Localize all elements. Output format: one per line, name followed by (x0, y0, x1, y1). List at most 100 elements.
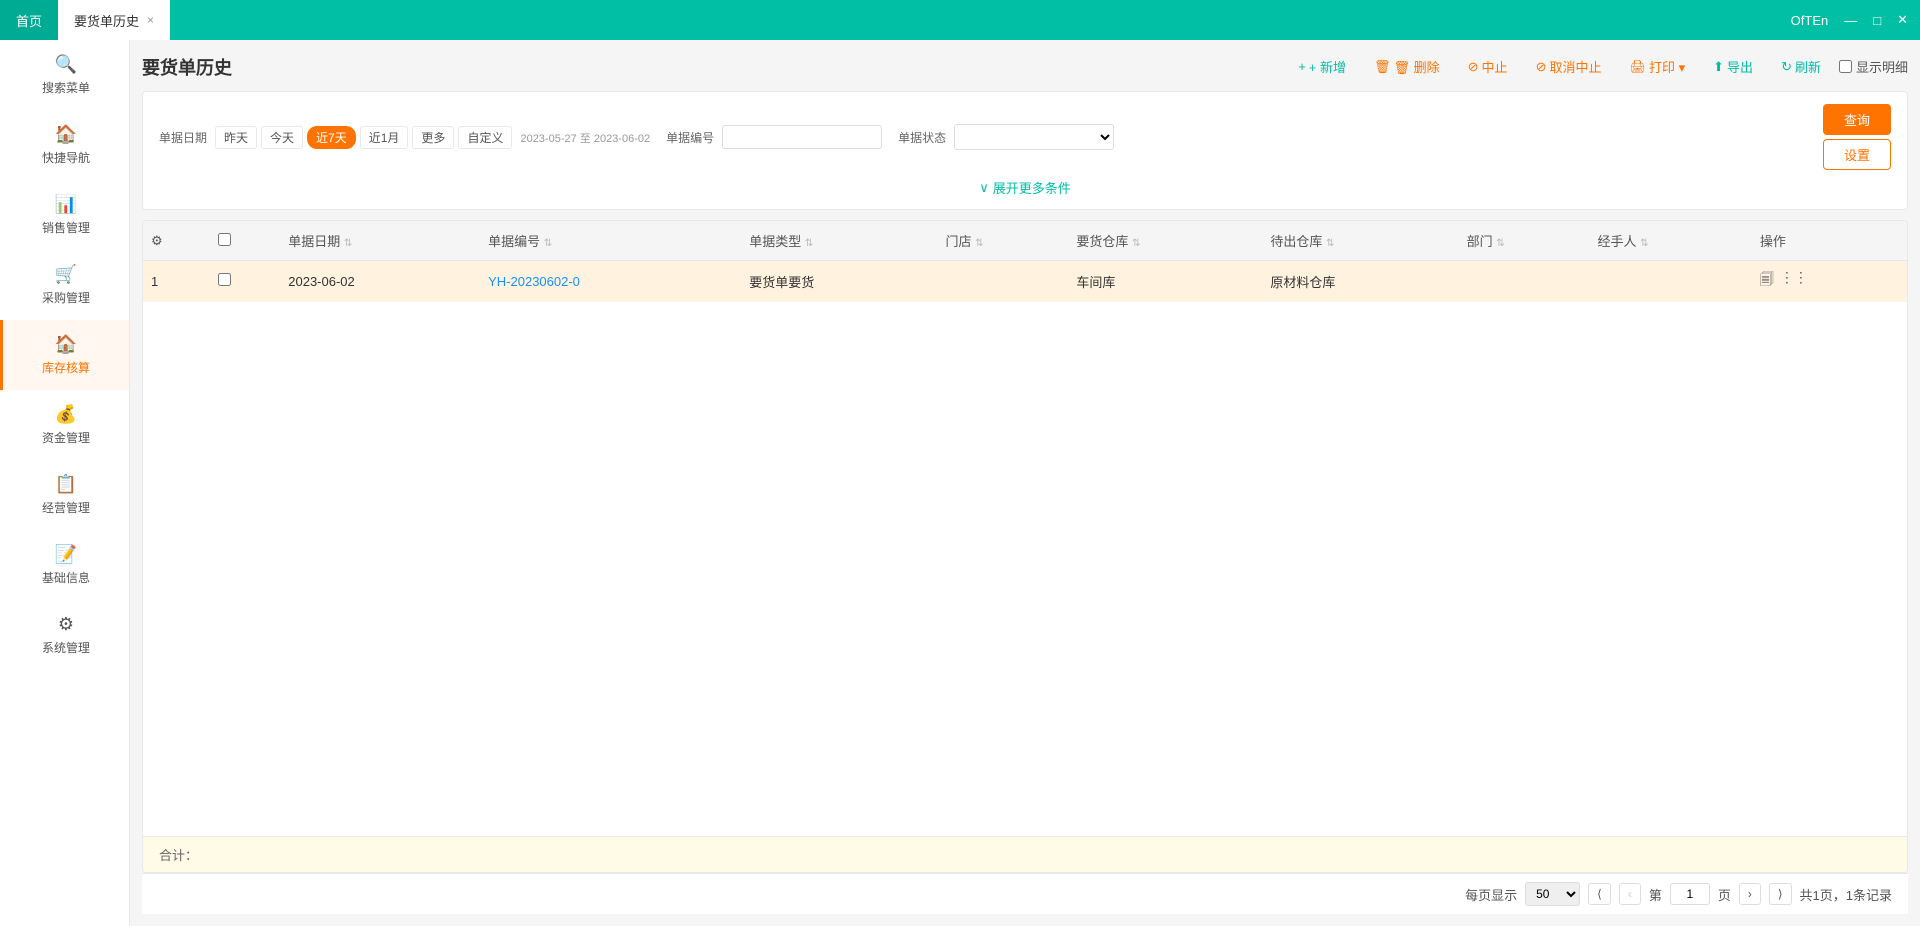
first-page-btn[interactable]: ⟨ (1588, 883, 1611, 905)
page-unit: 页 (1718, 885, 1731, 904)
row-checkbox (210, 261, 280, 302)
sidebar-item-inventory[interactable]: 🏠 库存核算 (0, 320, 129, 390)
system-icon: ⚙ (58, 614, 74, 635)
last-page-btn[interactable]: ⟩ (1769, 883, 1792, 905)
doc-no-link[interactable]: YH-20230602-0 (488, 274, 580, 289)
search-icon: 🔍 (55, 54, 77, 75)
cancel-icon: ⊘ (1536, 59, 1547, 75)
next-page-btn[interactable]: › (1739, 883, 1761, 905)
close-window-btn[interactable]: ✕ (1897, 12, 1908, 28)
date-btn-today[interactable]: 今天 (261, 126, 303, 149)
expand-more-btn[interactable]: ∨ 展开更多条件 (159, 178, 1891, 197)
doc-no-label: 单据编号 (666, 129, 714, 146)
date-btn-yesterday[interactable]: 昨天 (215, 126, 257, 149)
col-docno[interactable]: 单据编号 ⇅ (480, 221, 741, 261)
date-btn-7days[interactable]: 近7天 (307, 126, 356, 149)
query-button[interactable]: 查询 (1823, 104, 1891, 135)
col-doctype[interactable]: 单据类型 ⇅ (741, 221, 937, 261)
status-label: 单据状态 (898, 129, 946, 146)
page-size-select[interactable]: 50 100 200 (1525, 882, 1580, 906)
row-select-checkbox[interactable] (218, 273, 231, 286)
sidebar-item-finance[interactable]: 💰 资金管理 (0, 390, 129, 460)
expand-icon: ∨ (979, 180, 989, 196)
sidebar: 🔍 搜索菜单 🏠 快捷导航 📊 销售管理 🛒 采购管理 🏠 库存核算 💰 资金管… (0, 40, 130, 926)
col-handler[interactable]: 经手人 ⇅ (1589, 221, 1751, 261)
sidebar-item-label: 基础信息 (42, 569, 90, 586)
maximize-btn[interactable]: □ (1873, 13, 1881, 28)
prev-page-btn[interactable]: ‹ (1619, 883, 1641, 905)
row-dept (1459, 261, 1590, 302)
page-input[interactable]: 1 (1670, 883, 1710, 905)
row-req-warehouse: 车间库 (1068, 261, 1262, 302)
refresh-button[interactable]: ↻ 刷新 (1771, 52, 1831, 81)
col-req-warehouse[interactable]: 要货仓库 ⇅ (1068, 221, 1262, 261)
stop-icon: ⊘ (1468, 59, 1479, 75)
footer-label: 合计： (159, 845, 198, 864)
filter-settings-button[interactable]: 设置 (1823, 139, 1891, 170)
date-range-buttons: 昨天 今天 近7天 近1月 更多 自定义 (215, 126, 512, 149)
print-button[interactable]: 🖨 打印 ▾ (1619, 52, 1695, 81)
tab-list: 首页 要货单历史 × (0, 0, 170, 40)
table-container: ⚙ 单据日期 ⇅ 单据编号 ⇅ 单据类型 ⇅ 门店 ⇅ 要货仓库 ⇅ 待出仓库 … (142, 220, 1908, 873)
date-btn-more[interactable]: 更多 (412, 126, 454, 149)
sidebar-item-sales[interactable]: 📊 销售管理 (0, 180, 129, 250)
date-btn-custom[interactable]: 自定义 (458, 126, 512, 149)
sidebar-item-label: 系统管理 (42, 639, 90, 656)
home-icon: 🏠 (55, 124, 77, 145)
sidebar-item-purchase[interactable]: 🛒 采购管理 (0, 250, 129, 320)
select-all-checkbox[interactable] (218, 233, 231, 246)
sidebar-item-label: 搜索菜单 (42, 79, 90, 96)
show-detail-checkbox[interactable]: 显示明细 (1839, 57, 1908, 76)
status-select[interactable] (954, 124, 1114, 150)
sales-icon: 📊 (55, 194, 77, 215)
page-header: 要货单历史 + + 新增 🗑 🗑 删除 ⊘ 中止 ⊘ 取消中止 (142, 52, 1908, 81)
operations-icon: 📋 (55, 474, 77, 495)
row-docno: YH-20230602-0 (480, 261, 741, 302)
print-icon: 🖨 (1629, 59, 1646, 75)
refresh-icon: ↻ (1781, 59, 1792, 75)
basic-info-icon: 📝 (55, 544, 77, 565)
col-checkbox (210, 221, 280, 261)
sidebar-item-operations[interactable]: 📋 经营管理 (0, 460, 129, 530)
show-detail-input[interactable] (1839, 60, 1852, 73)
doc-no-input[interactable] (722, 125, 882, 149)
pagination: 每页显示 50 100 200 ⟨ ‹ 第 1 页 › ⟩ 共1页，1条记录 (142, 873, 1908, 914)
sidebar-item-label: 快捷导航 (42, 149, 90, 166)
row-date: 2023-06-02 (280, 261, 480, 302)
top-bar: 首页 要货单历史 × OfTEn — □ ✕ (0, 0, 1920, 40)
sidebar-item-basic-info[interactable]: 📝 基础信息 (0, 530, 129, 600)
page-summary: 共1页，1条记录 (1800, 885, 1892, 904)
stop-button[interactable]: ⊘ 中止 (1458, 52, 1518, 81)
export-button[interactable]: ⬆ 导出 (1703, 52, 1763, 81)
more-action-icon[interactable]: ⋮⋮ (1780, 269, 1808, 293)
view-action-icon[interactable]: 🗐 (1760, 269, 1774, 293)
toolbar: + + 新增 🗑 🗑 删除 ⊘ 中止 ⊘ 取消中止 🖨 打印 ▾ (1288, 52, 1908, 81)
inventory-icon: 🏠 (55, 334, 77, 355)
delete-icon: 🗑 (1374, 59, 1391, 75)
new-icon: + (1298, 59, 1306, 74)
sidebar-item-label: 采购管理 (42, 289, 90, 306)
date-filter-group: 单据日期 昨天 今天 近7天 近1月 更多 自定义 2023-05-27 至 2… (159, 126, 650, 149)
sidebar-item-quick-nav[interactable]: 🏠 快捷导航 (0, 110, 129, 180)
col-date[interactable]: 单据日期 ⇅ (280, 221, 480, 261)
new-button[interactable]: + + 新增 (1288, 52, 1356, 81)
tab-close-icon[interactable]: × (147, 13, 154, 27)
filter-row: 单据日期 昨天 今天 近7天 近1月 更多 自定义 2023-05-27 至 2… (159, 104, 1891, 170)
col-settings[interactable]: ⚙ (143, 221, 210, 261)
sidebar-item-search[interactable]: 🔍 搜索菜单 (0, 40, 129, 110)
col-dept[interactable]: 部门 ⇅ (1459, 221, 1590, 261)
tab-requisition-history[interactable]: 要货单历史 × (58, 0, 170, 40)
status-filter-group: 单据状态 (898, 124, 1114, 150)
minimize-btn[interactable]: — (1844, 13, 1857, 28)
page-title: 要货单历史 (142, 54, 1288, 80)
col-store[interactable]: 门店 ⇅ (938, 221, 1069, 261)
sidebar-item-system[interactable]: ⚙ 系统管理 (0, 600, 129, 670)
date-btn-1month[interactable]: 近1月 (360, 126, 409, 149)
sidebar-item-label: 库存核算 (42, 359, 90, 376)
sidebar-item-label: 销售管理 (42, 219, 90, 236)
row-action: 🗐 ⋮⋮ (1752, 261, 1907, 302)
cancel-stop-button[interactable]: ⊘ 取消中止 (1526, 52, 1612, 81)
delete-button[interactable]: 🗑 🗑 删除 (1364, 52, 1450, 81)
tab-home[interactable]: 首页 (0, 0, 58, 40)
col-pending-warehouse[interactable]: 待出仓库 ⇅ (1262, 221, 1458, 261)
